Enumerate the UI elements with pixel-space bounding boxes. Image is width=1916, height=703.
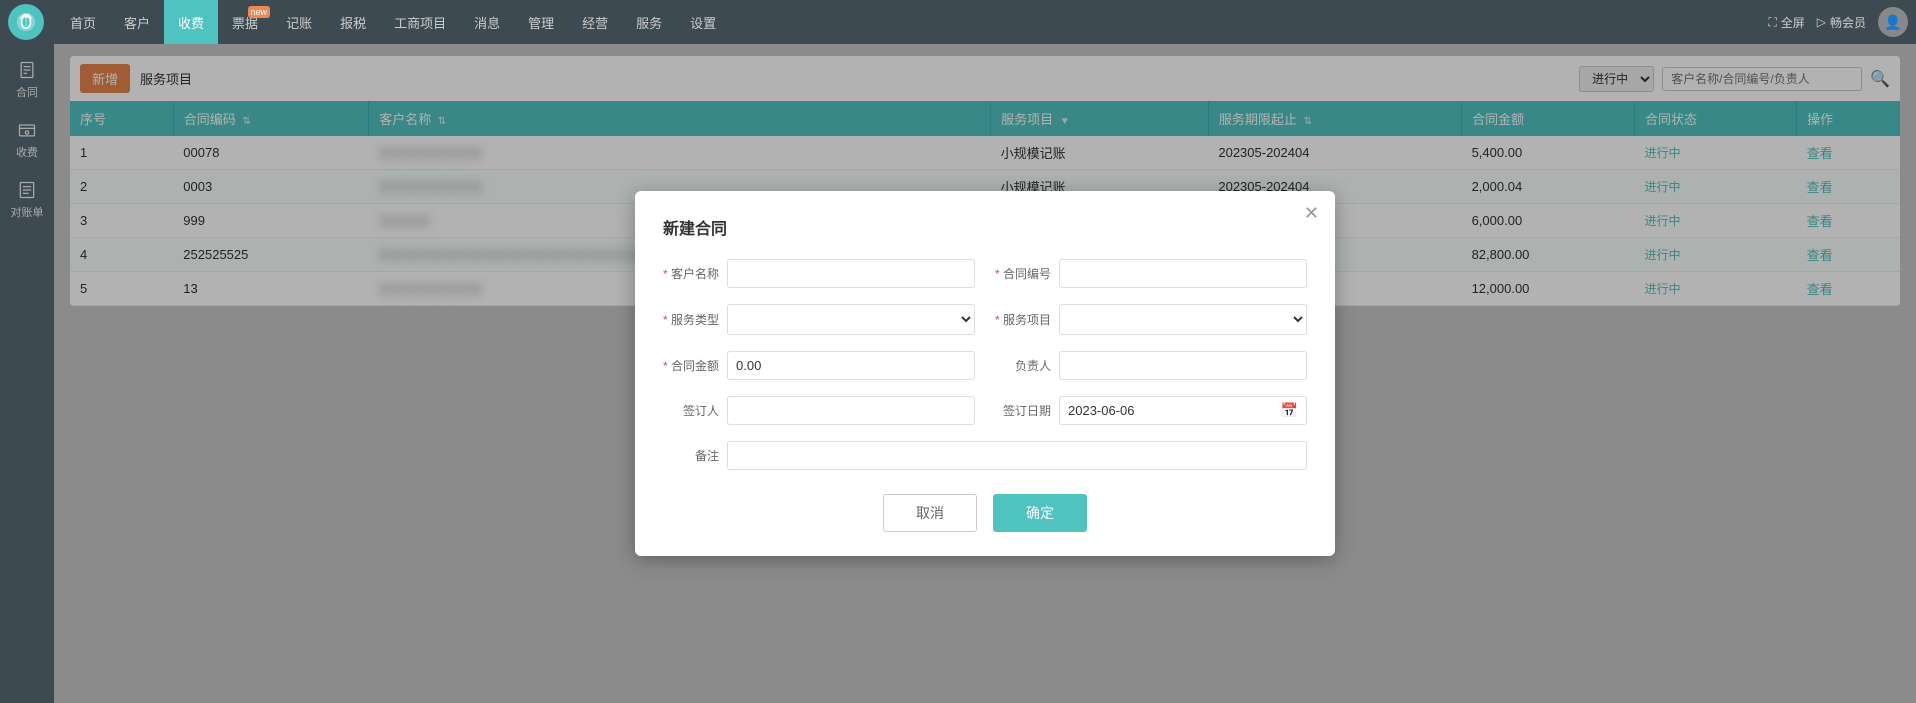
form-row-3: 合同金额 负责人 <box>663 351 1307 380</box>
nav-home[interactable]: 首页 <box>56 0 110 44</box>
contract-number-field: 合同编号 <box>995 259 1307 288</box>
service-item-label: 服务项目 <box>995 311 1051 328</box>
nav-operation[interactable]: 经营 <box>568 0 622 44</box>
nav-customer[interactable]: 客户 <box>110 0 164 44</box>
new-badge: new <box>248 6 271 18</box>
responsible-input[interactable] <box>1059 351 1307 380</box>
remark-field: 备注 <box>663 441 1307 470</box>
nav-service[interactable]: 服务 <box>622 0 676 44</box>
nav-fee[interactable]: 收费 <box>164 0 218 44</box>
form-row-2: 服务类型 服务项目 <box>663 304 1307 335</box>
sidebar-item-fee[interactable]: 收费 <box>2 112 52 168</box>
sidebar-item-statement[interactable]: 对账单 <box>2 172 52 228</box>
form-row-5: 备注 <box>663 441 1307 470</box>
dialog-close-button[interactable]: ✕ <box>1304 203 1319 224</box>
nav-tax[interactable]: 报税 <box>326 0 380 44</box>
fullscreen-button[interactable]: ⛶ 全屏 <box>1768 14 1804 31</box>
remark-label: 备注 <box>663 447 719 464</box>
contract-number-input[interactable] <box>1059 259 1307 288</box>
contract-amount-label: 合同金额 <box>663 357 719 374</box>
calendar-icon[interactable]: 📅 <box>1273 402 1306 419</box>
customer-name-field: 客户名称 <box>663 259 975 288</box>
member-button[interactable]: ▷ 畅会员 <box>1817 14 1866 31</box>
sidebar: 合同 收费 对账单 <box>0 44 54 703</box>
responsible-field: 负责人 <box>995 351 1307 380</box>
avatar[interactable]: 👤 <box>1878 7 1908 37</box>
nav-message[interactable]: 消息 <box>460 0 514 44</box>
contract-number-label: 合同编号 <box>995 265 1051 282</box>
sign-date-input[interactable] <box>1060 397 1273 424</box>
confirm-button[interactable]: 确定 <box>993 494 1087 532</box>
service-item-select[interactable] <box>1059 304 1307 335</box>
remark-input[interactable] <box>727 441 1307 470</box>
cancel-button[interactable]: 取消 <box>883 494 977 532</box>
service-type-label: 服务类型 <box>663 311 719 328</box>
form-row-4: 签订人 签订日期 📅 <box>663 396 1307 425</box>
nav-right: ⛶ 全屏 ▷ 畅会员 👤 <box>1768 7 1908 37</box>
contract-amount-input[interactable] <box>727 351 975 380</box>
nav-settings[interactable]: 设置 <box>676 0 730 44</box>
logo <box>8 4 44 40</box>
service-type-field: 服务类型 <box>663 304 975 335</box>
service-item-field: 服务项目 <box>995 304 1307 335</box>
top-nav: 首页 客户 收费 票据 new 记账 报税 工商项目 消息 管理 经营 服务 设… <box>0 0 1916 44</box>
signer-input[interactable] <box>727 396 975 425</box>
main-layout: 合同 收费 对账单 新增 服务项目 <box>0 44 1916 703</box>
nav-business[interactable]: 工商项目 <box>380 0 460 44</box>
dialog-footer: 取消 确定 <box>663 494 1307 532</box>
contract-amount-field: 合同金额 <box>663 351 975 380</box>
content-area: 新增 服务项目 进行中 已完成 已终止 🔍 序号 合同编 <box>54 44 1916 703</box>
nav-bill[interactable]: 票据 new <box>218 0 272 44</box>
sidebar-item-contract[interactable]: 合同 <box>2 52 52 108</box>
signer-label: 签订人 <box>663 402 719 419</box>
nav-manage[interactable]: 管理 <box>514 0 568 44</box>
responsible-label: 负责人 <box>995 357 1051 374</box>
nav-items: 首页 客户 收费 票据 new 记账 报税 工商项目 消息 管理 经营 服务 设… <box>56 0 1768 44</box>
sign-date-field: 签订日期 📅 <box>995 396 1307 425</box>
sign-date-label: 签订日期 <box>995 402 1051 419</box>
dialog-title: 新建合同 <box>663 215 1307 239</box>
customer-name-label: 客户名称 <box>663 265 719 282</box>
service-type-select[interactable] <box>727 304 975 335</box>
form-row-1: 客户名称 合同编号 <box>663 259 1307 288</box>
nav-accounting[interactable]: 记账 <box>272 0 326 44</box>
signer-field: 签订人 <box>663 396 975 425</box>
new-contract-dialog: 新建合同 ✕ 客户名称 合同编号 服务类型 <box>635 191 1335 556</box>
sign-date-wrap: 📅 <box>1059 396 1307 425</box>
customer-name-input[interactable] <box>727 259 975 288</box>
dialog-overlay: 新建合同 ✕ 客户名称 合同编号 服务类型 <box>54 44 1916 703</box>
